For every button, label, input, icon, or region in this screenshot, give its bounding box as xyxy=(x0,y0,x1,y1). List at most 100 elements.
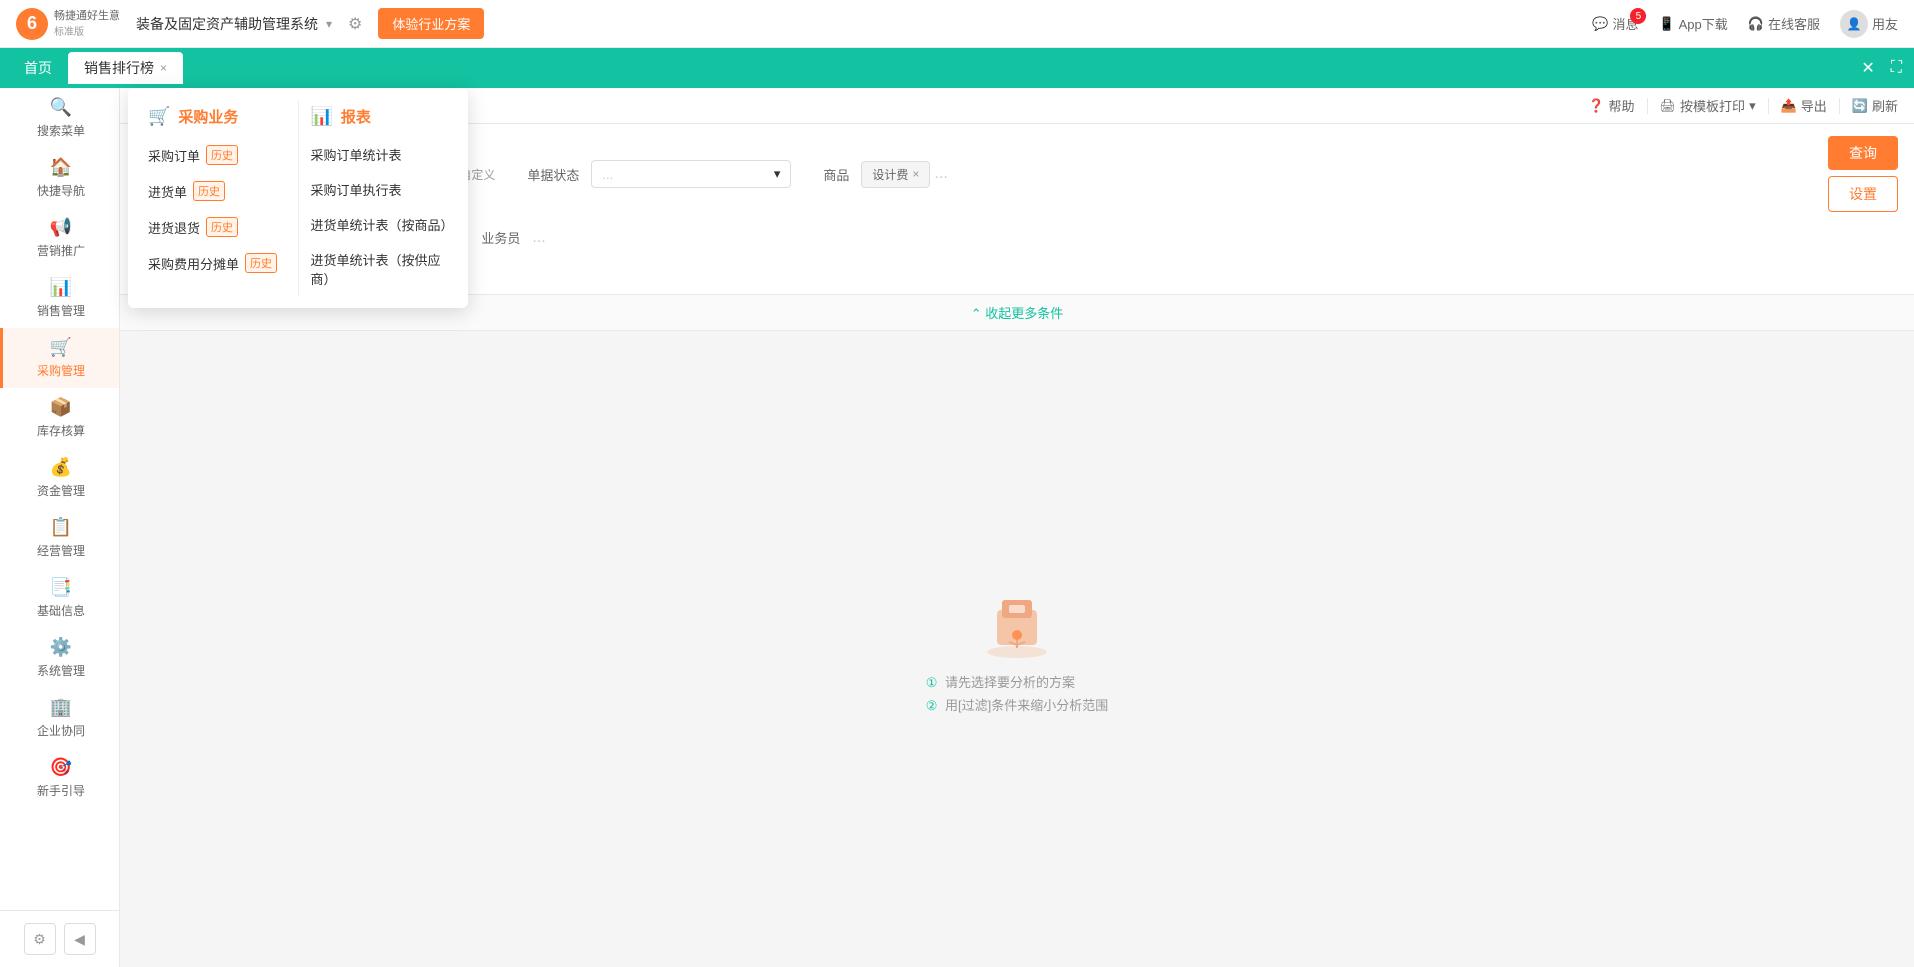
headset-icon: 🎧 xyxy=(1748,16,1764,32)
dropdown-item-stock-stat-goods[interactable]: 进货单统计表（按商品） xyxy=(303,207,457,242)
tab-bar-right: ✕ ⛶ xyxy=(1857,54,1906,82)
print-icon: 🖨 xyxy=(1660,98,1677,114)
app-download-item[interactable]: 📱 App下载 xyxy=(1658,14,1727,33)
chat-icon: 💬 xyxy=(1592,16,1608,32)
sidebar-item-search[interactable]: 🔍 搜索菜单 xyxy=(0,88,119,148)
empty-tips: ① 请先选择要分析的方案 ② 用[过滤]条件来缩小分析范围 xyxy=(926,672,1109,718)
goods-label: 商品 xyxy=(823,165,849,184)
dropdown-col-purchase: 🛒 采购业务 采购订单 历史 进货单 历史 进货退货 历史 采购费用分摊单 历史 xyxy=(140,100,294,296)
system-icon: ⚙️ xyxy=(50,637,72,658)
dropdown-arrow-icon[interactable]: ▾ xyxy=(326,17,332,31)
dropdown-item-stock-in[interactable]: 进货单 历史 xyxy=(140,173,294,209)
history-tag-2: 历史 xyxy=(193,181,225,201)
dropdown-item-purchase-expense[interactable]: 采购费用分摊单 历史 xyxy=(140,245,294,281)
phone-icon: 📱 xyxy=(1658,16,1674,32)
empty-illustration xyxy=(967,580,1067,660)
user-item[interactable]: 👤 用友 xyxy=(1840,10,1898,38)
sidebar-item-finance[interactable]: 💰 资金管理 xyxy=(0,448,119,508)
dropdown-item-stock-stat-supplier[interactable]: 进货单统计表（按供应商） xyxy=(303,242,457,296)
sidebar-bottom: ⚙ ◀ xyxy=(0,910,119,967)
purchase-dropdown-menu: 🛒 采购业务 采购订单 历史 进货单 历史 进货退货 历史 采购费用分摊单 历史 xyxy=(128,88,468,308)
message-badge: 5 xyxy=(1630,8,1646,24)
dropdown-col-report: 📊 报表 采购订单统计表 采购订单执行表 进货单统计表（按商品） 进货单统计表（… xyxy=(303,100,457,296)
status-select[interactable]: ... ▾ xyxy=(591,160,791,188)
inventory-icon: 📦 xyxy=(50,397,72,418)
dropdown-col-report-header: 📊 报表 xyxy=(303,100,457,137)
logo-area: 6 畅捷通好生意 标准版 xyxy=(16,8,136,40)
set-button[interactable]: 设置 xyxy=(1828,176,1898,212)
goods-tag-close-icon[interactable]: × xyxy=(912,167,919,181)
staff-more-icon[interactable]: ... xyxy=(532,229,545,247)
marketing-icon: 📢 xyxy=(50,217,72,238)
toolbar-divider-3 xyxy=(1839,98,1840,114)
logo-subtitle: 标准版 xyxy=(54,23,120,38)
dropdown-cols: 🛒 采购业务 采购订单 历史 进货单 历史 进货退货 历史 采购费用分摊单 历史 xyxy=(128,100,468,296)
search-icon: 🔍 xyxy=(50,97,72,118)
staff-label: 业务员 xyxy=(481,228,520,247)
status-label: 单据状态 xyxy=(527,165,579,184)
enterprise-icon: 🏢 xyxy=(50,697,72,718)
help-button[interactable]: ❓ 帮助 xyxy=(1588,96,1634,115)
tab-bar: 首页 销售排行榜 × ✕ ⛶ xyxy=(0,48,1914,88)
refresh-icon: 🔄 xyxy=(1852,98,1868,114)
top-header: 6 畅捷通好生意 标准版 装备及固定资产辅助管理系统 ▾ ⚙ 体验行业方案 💬 … xyxy=(0,0,1914,48)
print-button[interactable]: 🖨 按模板打印 ▾ xyxy=(1660,96,1756,115)
sidebar-item-marketing[interactable]: 📢 营销推广 xyxy=(0,208,119,268)
guide-icon: 🎯 xyxy=(50,757,72,778)
dropdown-col-purchase-header: 🛒 采购业务 xyxy=(140,100,294,137)
header-right: 💬 消息 5 📱 App下载 🎧 在线客服 👤 用友 xyxy=(1592,10,1898,38)
history-tag-1: 历史 xyxy=(206,145,238,165)
sidebar-item-purchase[interactable]: 🛒 采购管理 xyxy=(0,328,119,388)
dropdown-item-stock-return[interactable]: 进货退货 历史 xyxy=(140,209,294,245)
gear-icon[interactable]: ⚙ xyxy=(348,14,362,34)
refresh-button[interactable]: 🔄 刷新 xyxy=(1852,96,1898,115)
service-item[interactable]: 🎧 在线客服 xyxy=(1748,14,1820,33)
query-button[interactable]: 查询 xyxy=(1828,136,1898,170)
message-icon-item[interactable]: 💬 消息 5 xyxy=(1592,14,1638,33)
sidebar-item-inventory[interactable]: 📦 库存核算 xyxy=(0,388,119,448)
export-button[interactable]: 📤 导出 xyxy=(1781,96,1827,115)
tab-sales-rank[interactable]: 销售排行榜 × xyxy=(68,52,183,84)
logo-title: 畅捷通好生意 xyxy=(54,9,120,23)
help-icon: ❓ xyxy=(1588,98,1604,114)
report-col-icon: 📊 xyxy=(311,106,333,127)
empty-state: ① 请先选择要分析的方案 ② 用[过滤]条件来缩小分析范围 xyxy=(120,331,1914,967)
sidebar-collapse-btn[interactable]: ◀ xyxy=(64,923,96,955)
toolbar-divider-1 xyxy=(1647,98,1648,114)
finance-icon: 💰 xyxy=(50,457,72,478)
sidebar-item-enterprise[interactable]: 🏢 企业协同 xyxy=(0,688,119,748)
avatar: 👤 xyxy=(1840,10,1868,38)
trial-button[interactable]: 体验行业方案 xyxy=(378,8,484,39)
history-tag-3: 历史 xyxy=(206,217,238,237)
basic-icon: 📑 xyxy=(50,577,72,598)
tab-home[interactable]: 首页 xyxy=(8,52,68,84)
dropdown-item-order-exec[interactable]: 采购订单执行表 xyxy=(303,172,457,207)
sidebar-item-operation[interactable]: 📋 经营管理 xyxy=(0,508,119,568)
home-icon: 🏠 xyxy=(50,157,72,178)
sales-icon: 📊 xyxy=(50,277,72,298)
goods-tag: 设计费 × xyxy=(861,161,930,188)
print-dropdown-icon[interactable]: ▾ xyxy=(1749,98,1756,114)
sidebar-item-sales[interactable]: 📊 销售管理 xyxy=(0,268,119,328)
tab-close-icon[interactable]: × xyxy=(160,61,167,75)
filter-actions: 查询 设置 xyxy=(1828,136,1898,212)
sidebar-item-guide[interactable]: 🎯 新手引导 xyxy=(0,748,119,808)
tab-close-button[interactable]: ✕ xyxy=(1857,54,1878,82)
select-dropdown-icon: ▾ xyxy=(774,166,781,182)
dropdown-divider xyxy=(298,100,299,296)
logo-text: 畅捷通好生意 标准版 xyxy=(54,9,120,38)
goods-more-icon[interactable]: ... xyxy=(934,165,947,183)
sidebar-item-nav[interactable]: 🏠 快捷导航 xyxy=(0,148,119,208)
sidebar-settings-btn[interactable]: ⚙ xyxy=(24,923,56,955)
goods-filter-area: 设计费 × ... xyxy=(861,161,947,188)
dropdown-item-purchase-order[interactable]: 采购订单 历史 xyxy=(140,137,294,173)
history-tag-4: 历史 xyxy=(245,253,277,273)
purchase-col-icon: 🛒 xyxy=(148,106,170,127)
operation-icon: 📋 xyxy=(50,517,72,538)
tab-expand-icon[interactable]: ⛶ xyxy=(1887,55,1906,81)
sidebar-item-basic[interactable]: 📑 基础信息 xyxy=(0,568,119,628)
dropdown-item-order-stat[interactable]: 采购订单统计表 xyxy=(303,137,457,172)
toolbar-divider-2 xyxy=(1768,98,1769,114)
purchase-icon: 🛒 xyxy=(50,337,72,358)
sidebar-item-system[interactable]: ⚙️ 系统管理 xyxy=(0,628,119,688)
